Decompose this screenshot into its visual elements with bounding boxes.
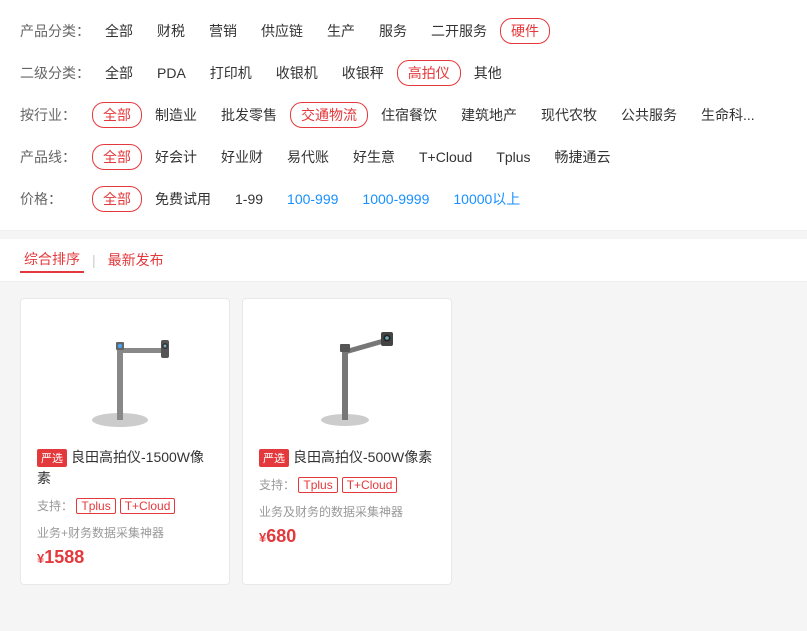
filter-line-tcloud[interactable]: T+Cloud <box>408 146 483 168</box>
second-category-label: 二级分类： <box>20 63 90 83</box>
filter-category-yingjian[interactable]: 硬件 <box>500 18 550 44</box>
product-desc-2: 业务及财务的数据采集神器 <box>259 503 435 520</box>
filter-second-scale[interactable]: 收银秤 <box>331 60 395 86</box>
filter-section: 产品分类： 全部 财税 营销 供应链 生产 服务 二开服务 硬件 二级分类： 全… <box>0 0 807 231</box>
filter-industry-agriculture[interactable]: 现代农牧 <box>530 102 608 128</box>
scanner-svg-1 <box>65 320 185 430</box>
product-price-1: ¥1588 <box>37 547 213 568</box>
price-items: 全部 免费试用 1-99 100-999 1000-9999 10000以上 <box>92 186 531 212</box>
price-num-2: 680 <box>266 526 296 546</box>
sort-latest[interactable]: 最新发布 <box>104 248 168 272</box>
filter-second-pda[interactable]: PDA <box>146 62 197 84</box>
filter-line-yidaizhang[interactable]: 易代账 <box>276 144 340 170</box>
second-category-items: 全部 PDA 打印机 收银机 收银秤 高拍仪 其他 <box>94 60 513 86</box>
product-price-2: ¥680 <box>259 526 435 547</box>
industry-label: 按行业： <box>20 105 88 125</box>
filter-line-haokuaiji[interactable]: 好会计 <box>144 144 208 170</box>
filter-second-other[interactable]: 其他 <box>463 60 513 86</box>
filter-second-printer[interactable]: 打印机 <box>199 60 263 86</box>
product-title-row-2: 严选良田高拍仪-500W像素 <box>259 447 435 468</box>
scanner-svg-2 <box>287 320 407 430</box>
product-card-2[interactable]: 严选良田高拍仪-500W像素 支持： Tplus T+Cloud 业务及财务的数… <box>242 298 452 585</box>
filter-industry-hospitality[interactable]: 住宿餐饮 <box>370 102 448 128</box>
filter-line-all[interactable]: 全部 <box>92 144 142 170</box>
filter-industry-life[interactable]: 生命科... <box>690 102 766 128</box>
support-tag-tplus-2: Tplus <box>298 477 337 493</box>
industry-row: 按行业： 全部 制造业 批发零售 交通物流 住宿餐饮 建筑地产 现代农牧 公共服… <box>20 94 787 136</box>
product-image-1 <box>37 315 213 435</box>
filter-second-cashier[interactable]: 收银机 <box>265 60 329 86</box>
product-image-2 <box>259 315 435 435</box>
filter-line-haoyecai[interactable]: 好业财 <box>210 144 274 170</box>
filter-category-gongyinglian[interactable]: 供应链 <box>250 18 314 44</box>
price-row: 价格： 全部 免费试用 1-99 100-999 1000-9999 10000… <box>20 178 787 220</box>
sort-comprehensive[interactable]: 综合排序 <box>20 247 84 273</box>
sort-divider: | <box>92 252 96 268</box>
filter-price-100-999[interactable]: 100-999 <box>276 188 349 210</box>
filter-category-caishui[interactable]: 财税 <box>146 18 196 44</box>
product-desc-1: 业务+财务数据采集神器 <box>37 524 213 541</box>
product-title-2: 良田高拍仪-500W像素 <box>293 449 432 465</box>
product-line-row: 产品线： 全部 好会计 好业财 易代账 好生意 T+Cloud Tplus 畅捷… <box>20 136 787 178</box>
price-num-1: 1588 <box>44 547 84 567</box>
filter-second-gaopaiyi[interactable]: 高拍仪 <box>397 60 461 86</box>
filter-category-all[interactable]: 全部 <box>94 18 144 44</box>
filter-industry-retail[interactable]: 批发零售 <box>210 102 288 128</box>
filter-industry-realestate[interactable]: 建筑地产 <box>450 102 528 128</box>
filter-industry-logistics[interactable]: 交通物流 <box>290 102 368 128</box>
product-line-items: 全部 好会计 好业财 易代账 好生意 T+Cloud Tplus 畅捷通云 <box>92 144 622 170</box>
product-category-row: 产品分类： 全部 财税 营销 供应链 生产 服务 二开服务 硬件 <box>20 10 787 52</box>
industry-items: 全部 制造业 批发零售 交通物流 住宿餐饮 建筑地产 现代农牧 公共服务 生命科… <box>92 102 766 128</box>
filter-category-yingxiao[interactable]: 营销 <box>198 18 248 44</box>
product-support-label-2: 支持： Tplus T+Cloud <box>259 476 435 499</box>
filter-price-10000plus[interactable]: 10000以上 <box>442 186 531 212</box>
product-category-items: 全部 财税 营销 供应链 生产 服务 二开服务 硬件 <box>94 18 550 44</box>
support-tag-tcloud-2: T+Cloud <box>342 477 398 493</box>
product-category-label: 产品分类： <box>20 21 90 41</box>
filter-category-fuwu[interactable]: 服务 <box>368 18 418 44</box>
product-support-label-1: 支持： Tplus T+Cloud <box>37 497 213 520</box>
filter-price-all[interactable]: 全部 <box>92 186 142 212</box>
product-card-1[interactable]: 严选良田高拍仪-1500W像素 支持： Tplus T+Cloud 业务+财务数… <box>20 298 230 585</box>
product-grid: 严选良田高拍仪-1500W像素 支持： Tplus T+Cloud 业务+财务数… <box>0 282 807 601</box>
filter-line-changjietong[interactable]: 畅捷通云 <box>544 144 622 170</box>
support-tag-tplus-1: Tplus <box>76 498 115 514</box>
filter-industry-manufacturing[interactable]: 制造业 <box>144 102 208 128</box>
filter-second-all[interactable]: 全部 <box>94 60 144 86</box>
filter-category-shengchan[interactable]: 生产 <box>316 18 366 44</box>
support-tag-tcloud-1: T+Cloud <box>120 498 176 514</box>
price-label: 价格： <box>20 189 88 209</box>
filter-industry-public[interactable]: 公共服务 <box>610 102 688 128</box>
second-category-row: 二级分类： 全部 PDA 打印机 收银机 收银秤 高拍仪 其他 <box>20 52 787 94</box>
product-title-row-1: 严选良田高拍仪-1500W像素 <box>37 447 213 489</box>
filter-industry-all[interactable]: 全部 <box>92 102 142 128</box>
product-line-label: 产品线： <box>20 147 88 167</box>
filter-line-tplus[interactable]: Tplus <box>485 146 541 168</box>
filter-price-1000-9999[interactable]: 1000-9999 <box>351 188 440 210</box>
sort-bar: 综合排序 | 最新发布 <box>0 239 807 282</box>
product-badge-1: 严选 <box>37 449 67 467</box>
filter-line-haoshengyi[interactable]: 好生意 <box>342 144 406 170</box>
product-badge-2: 严选 <box>259 449 289 467</box>
filter-category-erkaifuwu[interactable]: 二开服务 <box>420 18 498 44</box>
filter-price-1-99[interactable]: 1-99 <box>224 188 274 210</box>
filter-price-free[interactable]: 免费试用 <box>144 186 222 212</box>
